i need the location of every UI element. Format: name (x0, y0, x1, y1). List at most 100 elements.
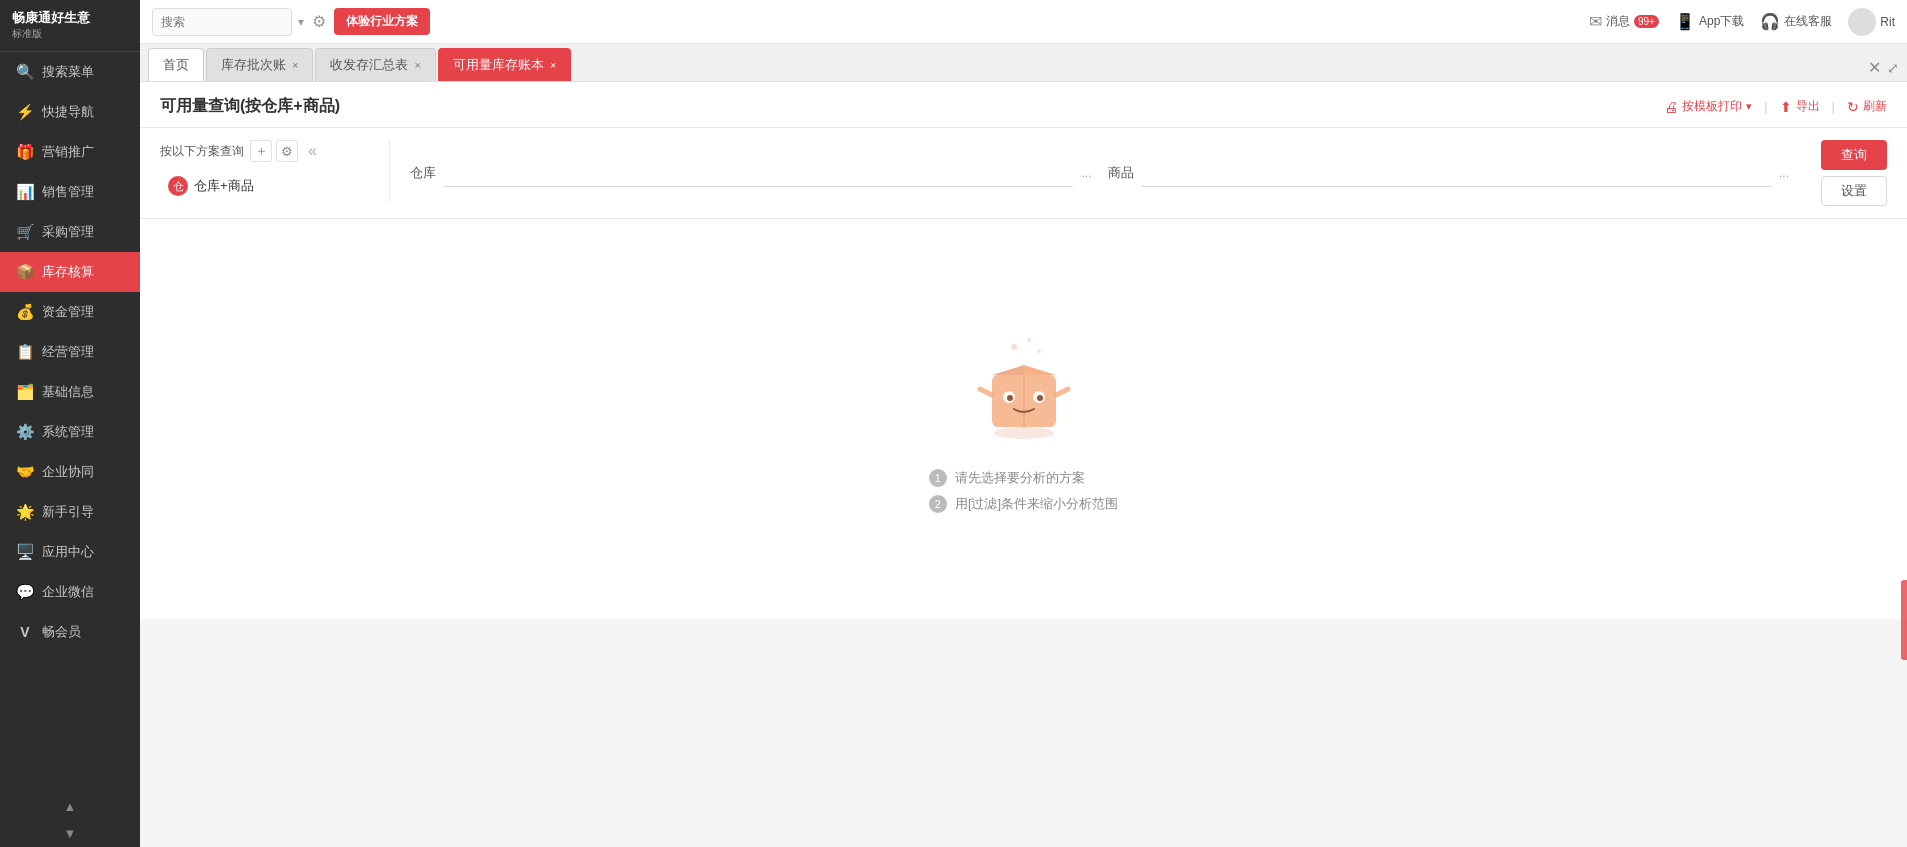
sidebar-item-label: 采购管理 (42, 223, 94, 241)
app-download-btn[interactable]: 📱 App下载 (1675, 12, 1744, 31)
tab-close-icon[interactable]: × (292, 59, 298, 71)
warehouse-input[interactable] (444, 159, 1073, 187)
tab-batch-account[interactable]: 库存批次账 × (206, 48, 313, 81)
chat-icon: 💬 (16, 583, 34, 601)
tip-number-1: 1 (929, 469, 947, 487)
username: Rit (1880, 15, 1895, 29)
svg-point-12 (1027, 338, 1031, 342)
product-more-btn[interactable]: ... (1779, 166, 1789, 180)
add-scheme-btn[interactable]: ＋ (250, 140, 272, 162)
sidebar-item-label: 搜索菜单 (42, 63, 94, 81)
edit-scheme-btn[interactable]: ⚙ (276, 140, 298, 162)
sidebar-item-label: 经营管理 (42, 343, 94, 361)
page-header: 可用量查询(按仓库+商品) 🖨 按模板打印 ▾ | ⬆ 导出 | ↻ 刷新 (140, 82, 1907, 128)
tab-available-ledger[interactable]: 可用量库存账本 × (438, 48, 571, 81)
vip-icon: V (16, 623, 34, 641)
sidebar-item-enterprise-coop[interactable]: 🤝 企业协同 (0, 452, 140, 492)
refresh-btn[interactable]: ↻ 刷新 (1847, 98, 1887, 115)
svg-point-6 (1037, 395, 1043, 401)
sidebar: 畅康通好生意 标准版 🔍 搜索菜单 ⚡ 快捷导航 🎁 营销推广 📊 销售管理 🛒… (0, 0, 140, 847)
online-service-label: 在线客服 (1784, 13, 1832, 30)
scheme-icon: 仓 (168, 176, 188, 196)
sidebar-item-label: 企业协同 (42, 463, 94, 481)
divider: | (1764, 99, 1767, 114)
sidebar-item-enterprise-wechat[interactable]: 💬 企业微信 (0, 572, 140, 612)
sidebar-item-basic-info[interactable]: 🗂️ 基础信息 (0, 372, 140, 412)
scheme-label: 仓库+商品 (194, 177, 254, 195)
filter-section-title: 按以下方案查询 (160, 143, 244, 160)
svg-line-8 (1056, 389, 1068, 395)
filter-left-header: 按以下方案查询 ＋ ⚙ « (160, 140, 377, 162)
warehouse-label: 仓库 (410, 164, 436, 182)
sidebar-item-sales-mgmt[interactable]: 📊 销售管理 (0, 172, 140, 212)
sidebar-item-app-center[interactable]: 🖥️ 应用中心 (0, 532, 140, 572)
refresh-icon: ↻ (1847, 99, 1859, 115)
headset-icon: 🎧 (1760, 12, 1780, 31)
sidebar-item-sys-mgmt[interactable]: ⚙️ 系统管理 (0, 412, 140, 452)
tab-label: 库存批次账 (221, 56, 286, 74)
svg-line-7 (980, 389, 992, 395)
svg-point-9 (998, 400, 1006, 408)
sidebar-item-new-guide[interactable]: 🌟 新手引导 (0, 492, 140, 532)
tab-label: 可用量库存账本 (453, 56, 544, 74)
print-template-btn[interactable]: 🖨 按模板打印 ▾ (1664, 98, 1752, 115)
export-label: 导出 (1796, 98, 1820, 115)
empty-tip-1: 1 请先选择要分析的方案 (929, 469, 1118, 487)
close-all-tabs-icon[interactable]: ✕ (1868, 58, 1881, 77)
online-service-btn[interactable]: 🎧 在线客服 (1760, 12, 1832, 31)
tab-collect-summary[interactable]: 收发存汇总表 × (315, 48, 435, 81)
export-btn[interactable]: ⬆ 导出 (1780, 98, 1820, 115)
user-profile[interactable]: Rit (1848, 8, 1895, 36)
collapse-filter-icon[interactable]: « (308, 142, 317, 160)
tab-close-icon[interactable]: × (414, 59, 420, 71)
export-icon: ⬆ (1780, 99, 1792, 115)
settings-btn[interactable]: 设置 (1821, 176, 1887, 206)
money-icon: 💰 (16, 303, 34, 321)
sidebar-item-label: 基础信息 (42, 383, 94, 401)
filter-actions: 查询 设置 (1821, 140, 1887, 206)
query-btn[interactable]: 查询 (1821, 140, 1887, 170)
tab-label: 首页 (163, 56, 189, 74)
print-icon: 🖨 (1664, 99, 1678, 115)
tip-number-2: 2 (929, 495, 947, 513)
expand-icon[interactable]: ⤢ (1887, 60, 1899, 76)
cart-icon: 🛒 (16, 223, 34, 241)
message-btn[interactable]: ✉ 消息 99+ (1589, 12, 1659, 31)
sidebar-item-inventory[interactable]: 📦 库存核算 (0, 252, 140, 292)
message-icon: ✉ (1589, 12, 1602, 31)
filter-left-icons: ＋ ⚙ (250, 140, 298, 162)
tab-close-icon[interactable]: × (550, 59, 556, 71)
sidebar-header: 畅康通好生意 标准版 (0, 0, 140, 52)
warehouse-more-btn[interactable]: ... (1081, 166, 1091, 180)
sidebar-item-marketing-promo[interactable]: 🎁 营销推广 (0, 132, 140, 172)
settings-icon[interactable]: ⚙ (312, 12, 326, 31)
clipboard-icon: 📋 (16, 343, 34, 361)
sidebar-item-label: 新手引导 (42, 503, 94, 521)
sidebar-item-label: 快捷导航 (42, 103, 94, 121)
chevron-down-icon[interactable]: ▾ (298, 15, 304, 29)
sidebar-scroll-up[interactable]: ▲ (0, 793, 140, 820)
sidebar-item-label: 系统管理 (42, 423, 94, 441)
tip-text-2: 用[过滤]条件来缩小分析范围 (955, 495, 1118, 513)
sidebar-scroll-down[interactable]: ▼ (0, 820, 140, 847)
topbar-search-input[interactable] (152, 8, 292, 36)
sidebar-item-ops-mgmt[interactable]: 📋 经营管理 (0, 332, 140, 372)
message-label: 消息 (1606, 13, 1630, 30)
sidebar-item-vip[interactable]: V 畅会员 (0, 612, 140, 652)
sidebar-item-quick-nav[interactable]: ⚡ 快捷导航 (0, 92, 140, 132)
filter-scheme-item[interactable]: 仓 仓库+商品 (160, 170, 377, 202)
tip-text-1: 请先选择要分析的方案 (955, 469, 1085, 487)
avatar (1848, 8, 1876, 36)
tab-home[interactable]: 首页 (148, 48, 204, 81)
product-input[interactable] (1142, 159, 1771, 187)
industry-btn[interactable]: 体验行业方案 (334, 8, 430, 35)
product-label: 商品 (1108, 164, 1134, 182)
sidebar-item-purchase-mgmt[interactable]: 🛒 采购管理 (0, 212, 140, 252)
filter-area: 按以下方案查询 ＋ ⚙ « 仓 仓库+商品 仓库 ... (140, 128, 1907, 219)
dropdown-chevron-icon: ▾ (1746, 100, 1752, 113)
phone-icon: 📱 (1675, 12, 1695, 31)
chart-icon: 📊 (16, 183, 34, 201)
sidebar-item-search[interactable]: 🔍 搜索菜单 (0, 52, 140, 92)
sidebar-item-finance-mgmt[interactable]: 💰 资金管理 (0, 292, 140, 332)
lightning-icon: ⚡ (16, 103, 34, 121)
